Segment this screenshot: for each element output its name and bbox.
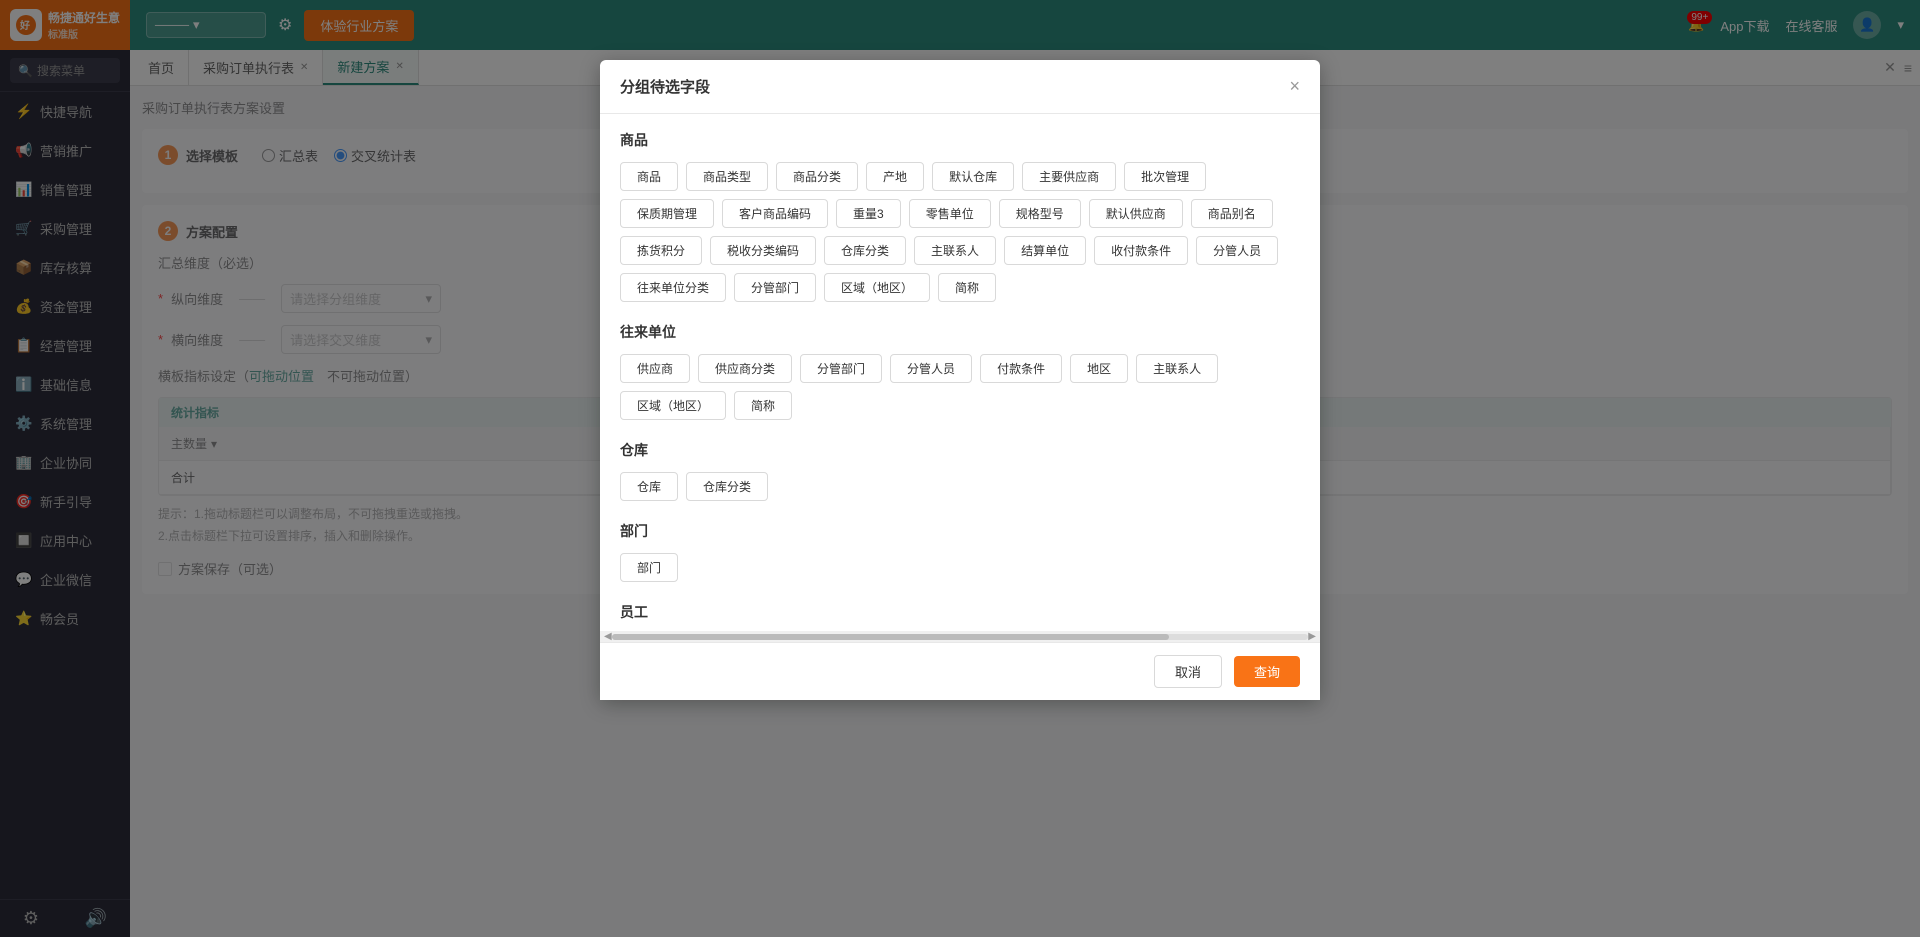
field-tag-pick-points[interactable]: 拣货积分 xyxy=(620,236,702,265)
field-tag-warehouse-category[interactable]: 仓库分类 xyxy=(824,236,906,265)
scrollbar-thumb[interactable] xyxy=(612,634,1169,640)
field-tag-spec-model[interactable]: 规格型号 xyxy=(999,199,1081,228)
field-tag-default-warehouse[interactable]: 默认仓库 xyxy=(932,162,1014,191)
scroll-left-arrow[interactable]: ◀ xyxy=(604,631,612,642)
modal-close-button[interactable]: × xyxy=(1289,76,1300,97)
field-tag-settle-unit[interactable]: 结算单位 xyxy=(1004,236,1086,265)
field-tag-customer-code[interactable]: 客户商品编码 xyxy=(722,199,828,228)
cancel-button[interactable]: 取消 xyxy=(1154,655,1222,688)
field-group-partner: 往来单位 供应商 供应商分类 分管部门 分管人员 付款条件 地区 主联系人 区域… xyxy=(620,322,1300,420)
field-tag-region[interactable]: 区域（地区） xyxy=(824,273,930,302)
field-group-warehouse: 仓库 仓库 仓库分类 xyxy=(620,440,1300,501)
field-tag-main-contact2[interactable]: 主联系人 xyxy=(1136,354,1218,383)
field-tag-goods-type[interactable]: 商品类型 xyxy=(686,162,768,191)
field-select-modal: 分组待选字段 × 商品 商品 商品类型 商品分类 产地 默认仓库 主要供应商 批… xyxy=(600,60,1320,700)
field-tag-supervisor-person[interactable]: 分管人员 xyxy=(890,354,972,383)
field-group-partner-title: 往来单位 xyxy=(620,322,1300,342)
field-tag-goods-alias[interactable]: 商品别名 xyxy=(1191,199,1273,228)
scroll-right-arrow[interactable]: ▶ xyxy=(1308,631,1316,642)
field-tag-supplier-category[interactable]: 供应商分类 xyxy=(698,354,792,383)
field-tag-quality-mgmt[interactable]: 保质期管理 xyxy=(620,199,714,228)
modal-title: 分组待选字段 xyxy=(620,76,710,97)
modal-horizontal-scrollbar[interactable]: ◀ ▶ xyxy=(600,631,1320,642)
field-tag-goods-category[interactable]: 商品分类 xyxy=(776,162,858,191)
field-tag-retail-unit[interactable]: 零售单位 xyxy=(909,199,991,228)
field-tag-payment-terms[interactable]: 收付款条件 xyxy=(1094,236,1188,265)
field-tags-partner: 供应商 供应商分类 分管部门 分管人员 付款条件 地区 主联系人 区域（地区） … xyxy=(620,354,1300,420)
modal-body: 商品 商品 商品类型 商品分类 产地 默认仓库 主要供应商 批次管理 保质期管理… xyxy=(600,114,1320,631)
field-group-employee: 员工 业务员 xyxy=(620,602,1300,631)
field-tag-weight[interactable]: 重量3 xyxy=(836,199,901,228)
field-tags-department: 部门 xyxy=(620,553,1300,582)
field-tag-short-name[interactable]: 简称 xyxy=(938,273,996,302)
field-tag-warehouse-cat[interactable]: 仓库分类 xyxy=(686,472,768,501)
field-tag-batch-mgmt[interactable]: 批次管理 xyxy=(1124,162,1206,191)
modal-footer: 取消 查询 xyxy=(600,642,1320,700)
field-tag-payment-condition[interactable]: 付款条件 xyxy=(980,354,1062,383)
field-tag-supervisor[interactable]: 分管人员 xyxy=(1196,236,1278,265)
field-tag-partner-category[interactable]: 往来单位分类 xyxy=(620,273,726,302)
field-tags-goods: 商品 商品类型 商品分类 产地 默认仓库 主要供应商 批次管理 保质期管理 客户… xyxy=(620,162,1300,302)
field-group-department: 部门 部门 xyxy=(620,521,1300,582)
field-tag-default-supplier[interactable]: 默认供应商 xyxy=(1089,199,1183,228)
field-group-goods-title: 商品 xyxy=(620,130,1300,150)
field-tag-main-contact[interactable]: 主联系人 xyxy=(914,236,996,265)
modal-overlay: 分组待选字段 × 商品 商品 商品类型 商品分类 产地 默认仓库 主要供应商 批… xyxy=(0,0,1920,937)
field-tag-supervisor-dept[interactable]: 分管部门 xyxy=(800,354,882,383)
field-group-goods: 商品 商品 商品类型 商品分类 产地 默认仓库 主要供应商 批次管理 保质期管理… xyxy=(620,130,1300,302)
field-tag-supplier[interactable]: 供应商 xyxy=(620,354,690,383)
field-tag-tax-code[interactable]: 税收分类编码 xyxy=(710,236,816,265)
field-tag-department[interactable]: 部门 xyxy=(620,553,678,582)
field-tag-origin[interactable]: 产地 xyxy=(866,162,924,191)
field-group-warehouse-title: 仓库 xyxy=(620,440,1300,460)
field-tag-main-supplier[interactable]: 主要供应商 xyxy=(1022,162,1116,191)
field-tag-goods[interactable]: 商品 xyxy=(620,162,678,191)
field-tag-short-name2[interactable]: 简称 xyxy=(734,391,792,420)
field-tags-warehouse: 仓库 仓库分类 xyxy=(620,472,1300,501)
scrollbar-track[interactable] xyxy=(612,634,1309,640)
field-tag-region2[interactable]: 区域（地区） xyxy=(620,391,726,420)
field-tag-dept[interactable]: 分管部门 xyxy=(734,273,816,302)
modal-header: 分组待选字段 × xyxy=(600,60,1320,114)
field-group-employee-title: 员工 xyxy=(620,602,1300,622)
field-tag-area[interactable]: 地区 xyxy=(1070,354,1128,383)
confirm-button[interactable]: 查询 xyxy=(1234,656,1300,687)
field-tag-warehouse[interactable]: 仓库 xyxy=(620,472,678,501)
field-group-department-title: 部门 xyxy=(620,521,1300,541)
